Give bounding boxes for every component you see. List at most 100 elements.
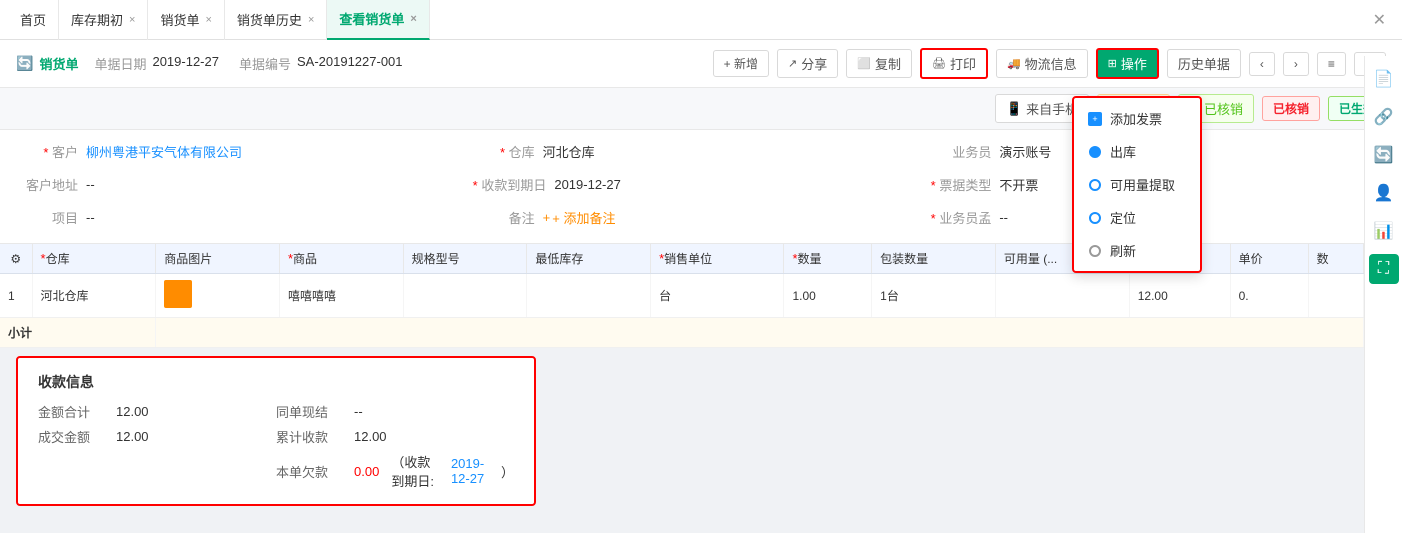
staff-label: 业务员 xyxy=(929,142,999,161)
due-date-label: 收款到期日 xyxy=(473,175,555,194)
ticket-type-label: 票据类型 xyxy=(929,175,999,194)
address-value: -- xyxy=(86,177,473,192)
row-current: 12.00 xyxy=(1129,274,1230,318)
tab-inventory[interactable]: 库存期初 × xyxy=(59,0,148,40)
col-pkg: 包装数量 xyxy=(872,244,996,274)
sidebar-expand-icon[interactable]: ⛶ xyxy=(1369,254,1399,284)
row-no: 1 xyxy=(0,274,32,318)
sidebar-chart-icon[interactable]: 📊 xyxy=(1369,216,1399,246)
avail-extract-icon xyxy=(1088,178,1102,192)
sidebar-link-icon[interactable]: 🔗 xyxy=(1369,102,1399,132)
row-price: 0. xyxy=(1230,274,1308,318)
prev-button[interactable]: ‹ xyxy=(1249,52,1275,76)
add-invoice-icon: + xyxy=(1088,112,1102,126)
doc-meta: 单据日期 2019-12-27 单据编号 SA-20191227-001 xyxy=(94,54,402,73)
address-row: 客户地址 -- xyxy=(16,175,473,194)
total-amount-label: 金额合计 xyxy=(38,402,108,421)
customer-label: 客户 xyxy=(16,142,86,161)
owed-date: 2019-12-27 xyxy=(451,456,493,486)
deal-amount-value: 12.00 xyxy=(116,429,149,444)
col-warehouse: *仓库 xyxy=(32,244,156,274)
project-value: -- xyxy=(86,210,473,225)
tab-sales[interactable]: 销货单 × xyxy=(148,0,224,40)
doc-number-item: 单据编号 SA-20191227-001 xyxy=(239,54,403,73)
tab-close-view[interactable]: × xyxy=(410,13,416,25)
same-order-value: -- xyxy=(354,404,363,419)
tab-sales-history[interactable]: 销货单历史 × xyxy=(225,0,327,40)
operations-button[interactable]: ⊞ 操作 xyxy=(1096,48,1159,79)
address-label: 客户地址 xyxy=(16,175,86,194)
row-avail xyxy=(995,274,1129,318)
grid-icon: ⊞ xyxy=(1108,57,1117,70)
owed-extra: （收款到期日: xyxy=(391,452,443,490)
refresh-item[interactable]: 刷新 xyxy=(1074,234,1200,267)
tab-view-sales[interactable]: 查看销货单 × xyxy=(327,0,429,40)
locate-icon xyxy=(1088,211,1102,225)
remark-row: 备注 + + 添加备注 xyxy=(473,208,930,227)
table-row: 1 河北仓库 嘻嘻嘻嘻 台 1.00 1台 12.00 0. xyxy=(0,274,1364,318)
locate-item[interactable]: 定位 xyxy=(1074,201,1200,234)
customer-row: 客户 柳州粤港平安气体有限公司 xyxy=(16,142,473,161)
col-price: 单价 xyxy=(1230,244,1308,274)
copy-icon: ⬜ xyxy=(857,57,871,70)
row-img xyxy=(156,274,280,318)
sidebar-user-icon[interactable]: 👤 xyxy=(1369,178,1399,208)
ship-out-icon xyxy=(1088,145,1102,159)
sold-badge: 已核销 xyxy=(1262,96,1320,121)
tab-home[interactable]: 首页 xyxy=(8,0,59,40)
product-image xyxy=(164,280,192,308)
subtotal-row: 小计 xyxy=(0,318,1364,348)
warehouse-label: 仓库 xyxy=(473,142,543,161)
col-settings[interactable]: ⚙ xyxy=(0,244,32,274)
avail-extract-item[interactable]: 可用量提取 xyxy=(1074,168,1200,201)
owed-label: 本单欠款 xyxy=(276,462,346,481)
col-product: *商品 xyxy=(279,244,403,274)
phone-icon: 📱 xyxy=(1006,101,1022,117)
add-invoice-item[interactable]: + 添加发票 xyxy=(1074,102,1200,135)
cumulative-row: 累计收款 12.00 xyxy=(276,427,514,446)
owed-row: 本单欠款 0.00 （收款到期日: 2019-12-27 ） xyxy=(276,452,514,490)
tab-bar: 首页 库存期初 × 销货单 × 销货单历史 × 查看销货单 × ✕ xyxy=(0,0,1402,40)
owed-value: 0.00 xyxy=(354,464,379,479)
history-button[interactable]: 历史单据 xyxy=(1167,49,1241,78)
sidebar-doc-icon[interactable]: 📄 xyxy=(1369,64,1399,94)
col-img: 商品图片 xyxy=(156,244,280,274)
row-warehouse: 河北仓库 xyxy=(32,274,156,318)
empty-row xyxy=(38,452,276,490)
row-min-stock xyxy=(527,274,651,318)
doc-actions: + 新增 ↗ 分享 ⬜ 复制 🖨 打印 🚚 物流信息 ⊞ 操作 历 xyxy=(713,48,1386,79)
share-button[interactable]: ↗ 分享 xyxy=(777,49,838,78)
next-button[interactable]: › xyxy=(1283,52,1309,76)
print-button[interactable]: 🖨 打印 xyxy=(920,48,988,79)
print-icon: 🖨 xyxy=(932,57,946,70)
sidebar-sync-icon[interactable]: 🔄 xyxy=(1369,140,1399,170)
ship-out-item[interactable]: 出库 xyxy=(1074,135,1200,168)
copy-button[interactable]: ⬜ 复制 xyxy=(846,49,912,78)
total-amount-value: 12.00 xyxy=(116,404,149,419)
cumulative-value: 12.00 xyxy=(354,429,387,444)
due-date-value: 2019-12-27 xyxy=(554,177,929,192)
ship-out-label: 出库 xyxy=(1110,142,1136,161)
tab-close-sales[interactable]: × xyxy=(205,14,211,26)
tab-close-inventory[interactable]: × xyxy=(129,14,135,26)
row-extra xyxy=(1308,274,1363,318)
col-unit: *销售单位 xyxy=(651,244,784,274)
deal-amount-label: 成交金额 xyxy=(38,427,108,446)
customer-value[interactable]: 柳州粤港平安气体有限公司 xyxy=(86,142,473,161)
view-toggle-1[interactable]: ≡ xyxy=(1317,52,1346,76)
add-button[interactable]: + 新增 xyxy=(713,50,769,77)
col-spec: 规格型号 xyxy=(403,244,527,274)
same-order-row: 同单现结 -- xyxy=(276,402,514,421)
cumulative-label: 累计收款 xyxy=(276,427,346,446)
col-qty: *数量 xyxy=(784,244,872,274)
owed-paren: ） xyxy=(501,462,514,481)
total-amount-row: 金额合计 12.00 xyxy=(38,402,276,421)
tab-close-history[interactable]: × xyxy=(308,14,314,26)
logistics-button[interactable]: 🚚 物流信息 xyxy=(996,49,1088,78)
deal-amount-row: 成交金额 12.00 xyxy=(38,427,276,446)
add-remark-button[interactable]: + + 添加备注 xyxy=(543,208,930,227)
window-close-button[interactable]: ✕ xyxy=(1365,6,1394,34)
row-unit: 台 xyxy=(651,274,784,318)
warehouse-value: 河北仓库 xyxy=(543,142,930,161)
window-close-area: ✕ xyxy=(1365,6,1394,34)
